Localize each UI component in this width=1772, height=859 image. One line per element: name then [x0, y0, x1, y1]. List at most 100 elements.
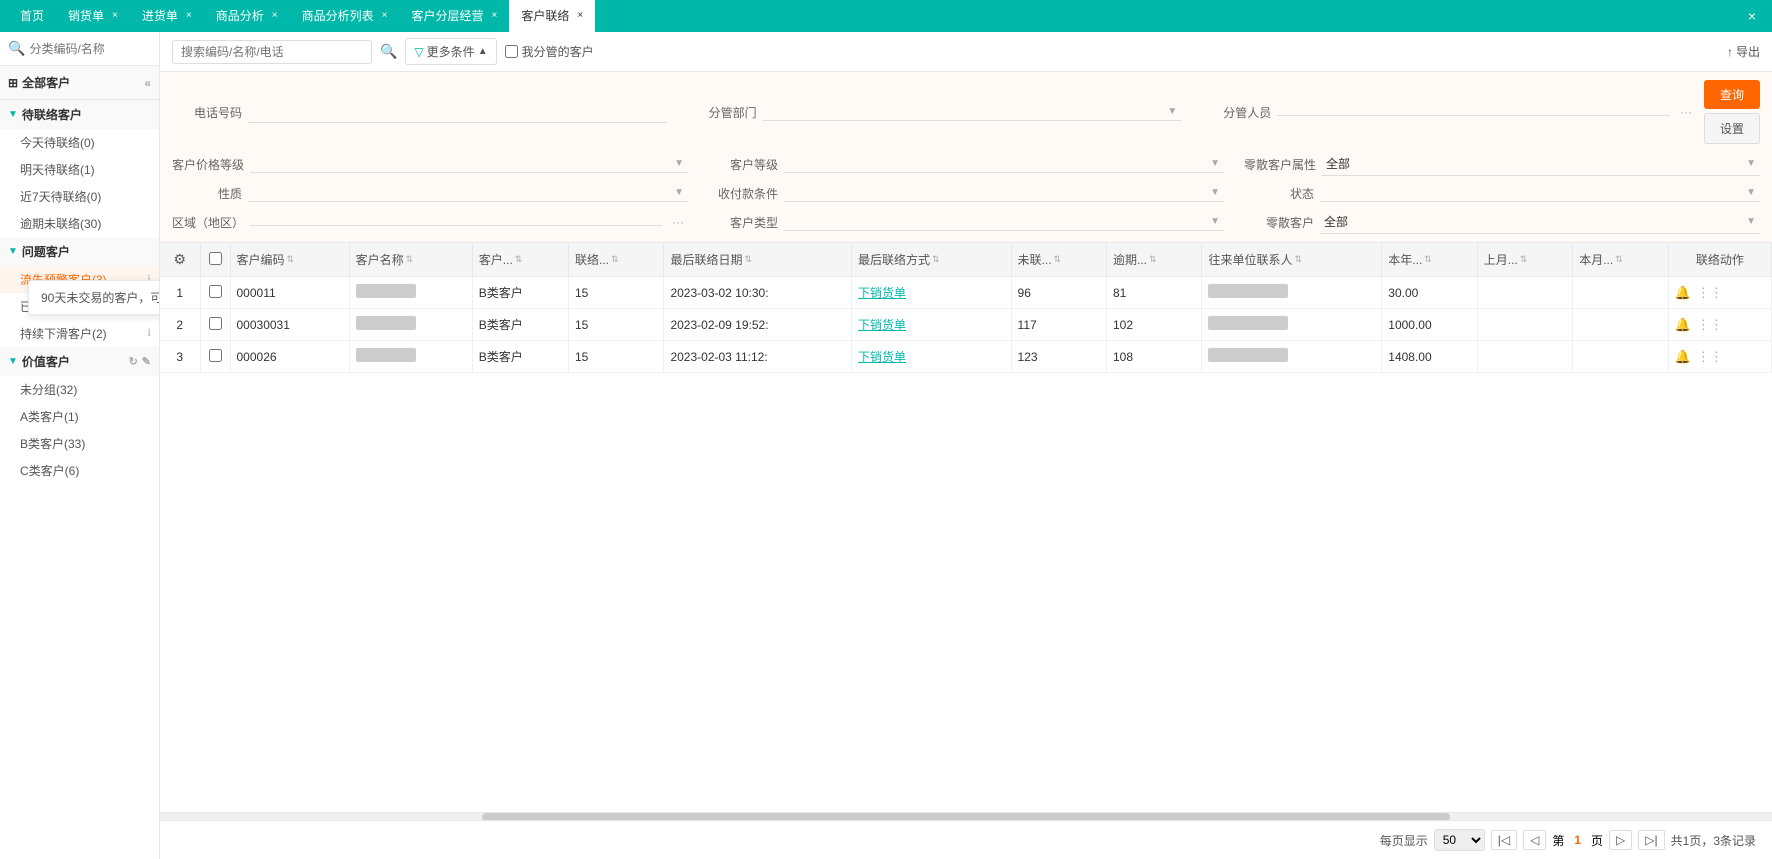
page-size-select[interactable]: 50 20 100 [1434, 829, 1485, 851]
filter-customer-type: 客户类型 ▼ [708, 213, 1224, 231]
filter-row-2: 客户价格等级 ▼ 客户等级 ▼ 零散客户属性 [172, 152, 1760, 176]
more-icon-3[interactable]: ⋮⋮ [1697, 349, 1723, 365]
phone-input[interactable] [248, 102, 667, 123]
row-last-date: 2023-02-09 19:52: [664, 309, 851, 341]
customer-type-select[interactable]: ▼ [784, 213, 1224, 231]
pagination: 每页显示 50 20 100 |◁ ◁ 第 1 页 ▷ ▷| 共1页，3条记录 [160, 820, 1772, 859]
more-conditions-button[interactable]: ▽ 更多条件 ▲ [405, 38, 496, 65]
sidebar-item-a-class[interactable]: A类客户(1) [0, 403, 159, 430]
sidebar-group-pending[interactable]: ▼ 待联络客户 [0, 100, 159, 129]
sort-code-icon[interactable]: ⇅ [287, 254, 295, 265]
sidebar-search-input[interactable] [29, 42, 160, 56]
row-code: 000026 [230, 341, 349, 373]
first-page-button[interactable]: |◁ [1491, 830, 1517, 850]
region-dots[interactable]: ··· [668, 215, 688, 229]
nav-analysis[interactable]: 商品分析 × [204, 0, 290, 32]
sidebar-item-declining[interactable]: 持续下滑客户(2) ℹ [0, 320, 159, 347]
horizontal-scrollbar[interactable] [160, 812, 1772, 820]
sort-name-icon[interactable]: ⇅ [406, 254, 414, 265]
filter-zero-attr: 零散客户属性 全部 ▼ [1244, 152, 1760, 176]
zero-customer-select[interactable]: 全部 ▼ [1320, 210, 1760, 234]
select-all-checkbox[interactable] [209, 252, 222, 265]
close-analysis-list-icon[interactable]: × [382, 0, 388, 32]
phone-label: 电话号码 [172, 104, 242, 121]
row-last-method[interactable]: 下销货单 [851, 277, 1011, 309]
table-row: 2 00030031 B类客户 15 2023-02-09 19:52: 下销货… [160, 309, 1772, 341]
nav-analysis-list[interactable]: 商品分析列表 × [290, 0, 400, 32]
sidebar-item-overdue[interactable]: 逾期未联络(30) [0, 210, 159, 237]
sidebar-group-value[interactable]: ▼ 价值客户 ↻ ✎ [0, 347, 159, 376]
top-nav: 首页 销货单 × 进货单 × 商品分析 × 商品分析列表 × 客户分层经营 × … [0, 0, 1772, 32]
prev-page-button[interactable]: ◁ [1523, 830, 1546, 850]
price-grade-select[interactable]: ▼ [250, 155, 688, 173]
sort-person-icon[interactable]: ⇅ [1294, 254, 1302, 265]
row-last-method[interactable]: 下销货单 [851, 341, 1011, 373]
nav-home[interactable]: 首页 [8, 0, 56, 32]
sort-year-icon[interactable]: ⇅ [1424, 254, 1432, 265]
region-select[interactable] [250, 219, 662, 226]
status-select[interactable]: ▼ [1320, 184, 1760, 202]
sort-method-icon[interactable]: ⇅ [932, 254, 940, 265]
close-customer-contact-icon[interactable]: × [577, 0, 583, 32]
sort-type-icon[interactable]: ⇅ [515, 254, 523, 265]
manager-select[interactable] [1277, 109, 1670, 116]
sort-date-icon[interactable]: ⇅ [744, 254, 752, 265]
my-customers-check[interactable] [505, 45, 518, 58]
table-settings-icon[interactable]: ⚙ [173, 251, 186, 267]
sort-overdue-icon[interactable]: ⇅ [1149, 254, 1157, 265]
close-analysis-icon[interactable]: × [272, 0, 278, 32]
sidebar-item-today[interactable]: 今天待联络(0) [0, 129, 159, 156]
row-checkbox-1[interactable] [209, 285, 222, 298]
sidebar-item-ungrouped[interactable]: 未分组(32) [0, 376, 159, 403]
nav-sales[interactable]: 销货单 × [56, 0, 130, 32]
refresh-icon[interactable]: ↻ [129, 355, 138, 368]
row-checkbox-2[interactable] [209, 317, 222, 330]
sidebar-item-c-class[interactable]: C类客户(6) [0, 457, 159, 484]
close-purchase-icon[interactable]: × [186, 0, 192, 32]
contact-icon-2[interactable]: 🔔 [1675, 317, 1691, 333]
col-last-month: 上月... ⇅ [1477, 243, 1572, 277]
row-contact: 15 [569, 341, 664, 373]
search-button-icon[interactable]: 🔍 [380, 43, 397, 60]
nature-select[interactable]: ▼ [248, 184, 688, 202]
row-last-method[interactable]: 下销货单 [851, 309, 1011, 341]
col-action: 联络动作 [1668, 243, 1771, 277]
customer-grade-select[interactable]: ▼ [784, 155, 1224, 173]
sidebar-group-problem[interactable]: ▼ 问题客户 [0, 237, 159, 266]
sort-uncontacted-icon[interactable]: ⇅ [1054, 254, 1062, 265]
row-no: 2 [160, 309, 200, 341]
sort-contact-icon[interactable]: ⇅ [611, 254, 619, 265]
query-button[interactable]: 查询 [1704, 80, 1760, 109]
my-customers-checkbox[interactable]: 我分管的客户 [505, 43, 594, 60]
sidebar-item-b-class[interactable]: B类客户(33) [0, 430, 159, 457]
row-checkbox-3[interactable] [209, 349, 222, 362]
sidebar-item-tomorrow[interactable]: 明天待联络(1) [0, 156, 159, 183]
row-overdue: 102 [1106, 309, 1201, 341]
close-customer-tier-icon[interactable]: × [491, 0, 497, 32]
sidebar-all-customers[interactable]: ⊞ 全部客户 « [0, 66, 159, 100]
contact-icon-1[interactable]: 🔔 [1675, 285, 1691, 301]
zero-attr-select[interactable]: 全部 ▼ [1322, 152, 1760, 176]
nav-customer-contact[interactable]: 客户联络 × [509, 0, 595, 32]
sort-last-month-icon[interactable]: ⇅ [1520, 254, 1528, 265]
collapse-icon[interactable]: « [144, 76, 151, 90]
search-input[interactable] [172, 40, 372, 64]
filter-row-3: 性质 ▼ 收付款条件 ▼ 状态 [172, 184, 1760, 202]
nav-customer-tier[interactable]: 客户分层经营 × [399, 0, 509, 32]
settings-button[interactable]: 设置 [1704, 113, 1760, 144]
next-page-button[interactable]: ▷ [1609, 830, 1632, 850]
export-button[interactable]: ↑ 导出 [1727, 43, 1760, 60]
dept-select[interactable]: ▼ [763, 103, 1182, 121]
sort-this-month-icon[interactable]: ⇅ [1615, 254, 1623, 265]
close-sales-icon[interactable]: × [112, 0, 118, 32]
close-all-icon[interactable]: × [1740, 8, 1764, 24]
payment-select[interactable]: ▼ [784, 184, 1224, 202]
last-page-button[interactable]: ▷| [1638, 830, 1664, 850]
more-icon-2[interactable]: ⋮⋮ [1697, 317, 1723, 333]
edit-icon[interactable]: ✎ [142, 355, 151, 368]
more-icon-1[interactable]: ⋮⋮ [1697, 285, 1723, 301]
manager-dots[interactable]: ··· [1676, 105, 1696, 119]
contact-icon-3[interactable]: 🔔 [1675, 349, 1691, 365]
sidebar-item-week[interactable]: 近7天待联络(0) [0, 183, 159, 210]
nav-purchase[interactable]: 进货单 × [130, 0, 204, 32]
